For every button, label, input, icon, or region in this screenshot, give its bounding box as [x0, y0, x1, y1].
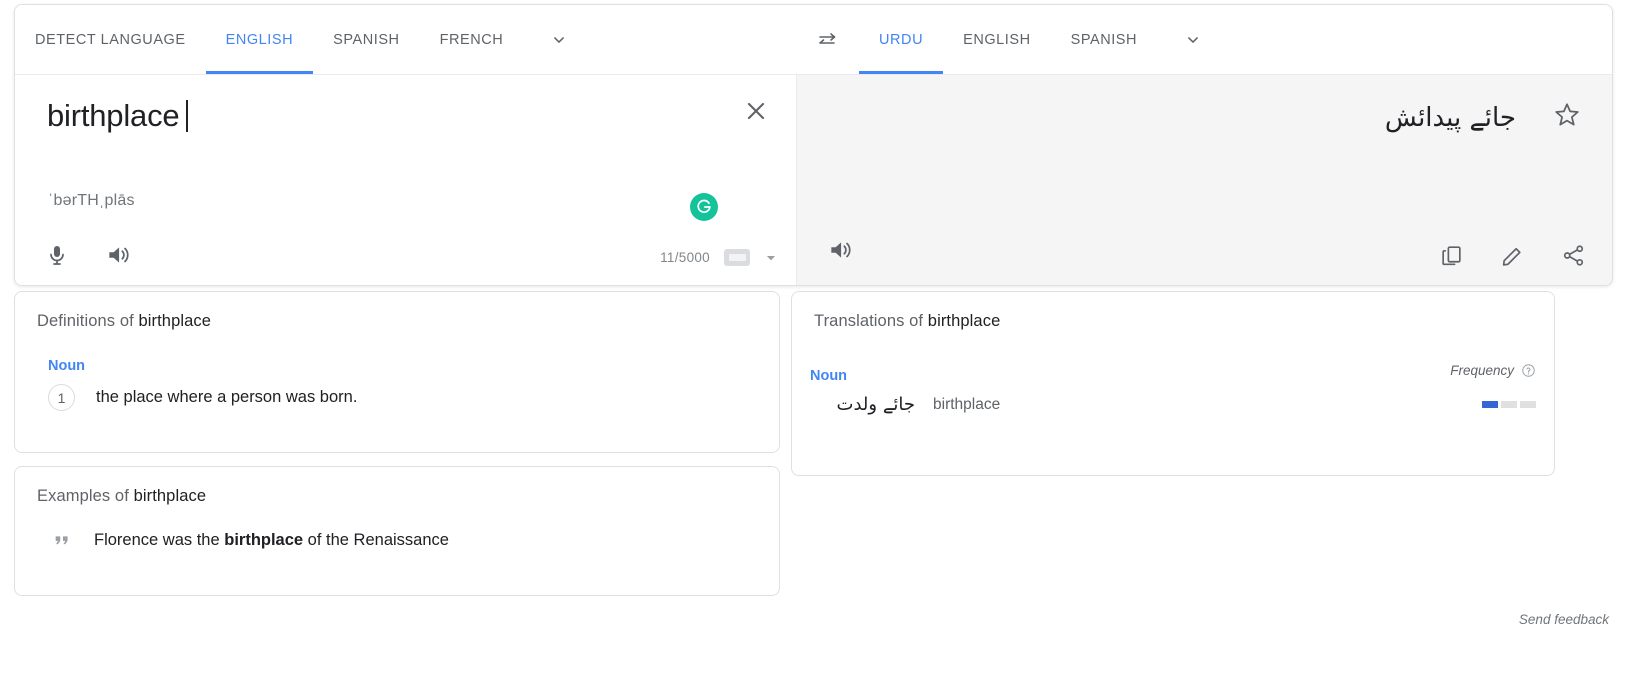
microphone-icon[interactable] — [45, 242, 69, 268]
examples-card: Examples of birthplace Florence was the … — [14, 466, 780, 596]
quote-icon — [52, 529, 74, 551]
target-lang-tab-spanish[interactable]: SPANISH — [1051, 5, 1157, 74]
translate-card: DETECT LANGUAGE ENGLISH SPANISH FRENCH — [14, 4, 1613, 286]
source-lang-tab-french[interactable]: FRENCH — [420, 5, 524, 74]
keyboard-dropdown-button[interactable] — [764, 251, 778, 265]
send-feedback-link[interactable]: Send feedback — [1519, 612, 1609, 627]
source-right-tools: 11/5000 — [660, 249, 778, 266]
frequency-bars — [1482, 401, 1536, 408]
source-text-input[interactable]: birthplace — [47, 97, 188, 135]
speaker-icon — [827, 237, 853, 263]
target-tools — [1439, 243, 1586, 268]
keyboard-button[interactable] — [724, 249, 750, 266]
frequency-bar — [1501, 401, 1517, 408]
frequency-header: Frequency — [1450, 363, 1536, 378]
definitions-title-prefix: Definitions of — [37, 312, 138, 330]
source-pane[interactable]: birthplace ˈbərTHˌplās — [15, 75, 797, 286]
target-lang-more-button[interactable] — [1157, 5, 1229, 74]
definitions-part-of-speech: Noun — [48, 358, 85, 374]
example-row: Florence was the birthplace of the Renai… — [52, 529, 449, 551]
clear-source-button[interactable] — [742, 97, 770, 125]
target-speaker-button[interactable] — [827, 237, 853, 268]
grammarly-icon — [694, 197, 714, 217]
translation-term: جائے ولدت — [810, 394, 915, 415]
examples-title-word: birthplace — [134, 487, 207, 505]
frequency-label: Frequency — [1450, 363, 1514, 378]
examples-title: Examples of birthplace — [37, 487, 206, 506]
close-icon — [742, 97, 770, 125]
example-text: Florence was the birthplace of the Renai… — [94, 531, 449, 550]
swap-languages-icon — [816, 28, 840, 52]
target-pane: جائے پیدائش — [797, 75, 1612, 286]
definitions-title: Definitions of birthplace — [37, 312, 211, 331]
target-lang-tab-english-label: ENGLISH — [963, 32, 1031, 48]
source-lang-tab-detect-label: DETECT LANGUAGE — [35, 32, 186, 48]
source-lang-tab-spanish-label: SPANISH — [333, 32, 399, 48]
swap-languages-button[interactable] — [797, 5, 859, 74]
translation-row[interactable]: جائے ولدت birthplace — [810, 394, 1536, 415]
frequency-bar — [1482, 401, 1498, 408]
language-bar: DETECT LANGUAGE ENGLISH SPANISH FRENCH — [15, 5, 1612, 75]
definition-text: the place where a person was born. — [96, 388, 357, 407]
translations-part-of-speech: Noun — [810, 368, 847, 384]
example-text-after: of the Renaissance — [303, 531, 449, 549]
share-icon[interactable] — [1561, 243, 1586, 268]
target-lang-tab-english[interactable]: ENGLISH — [943, 5, 1051, 74]
chevron-down-icon — [549, 30, 569, 50]
definition-number: 1 — [48, 384, 75, 411]
chevron-down-icon — [1183, 30, 1203, 50]
source-lang-tab-french-label: FRENCH — [440, 32, 504, 48]
target-lang-tab-spanish-label: SPANISH — [1071, 32, 1137, 48]
keyboard-icon — [729, 254, 746, 261]
star-outline-icon — [1552, 100, 1582, 130]
frequency-bar — [1520, 401, 1536, 408]
target-language-group: URDU ENGLISH SPANISH — [859, 5, 1229, 74]
example-text-highlight: birthplace — [224, 531, 303, 549]
translations-title-prefix: Translations of — [814, 312, 928, 330]
text-cursor — [186, 100, 188, 132]
source-lang-tab-english[interactable]: ENGLISH — [206, 5, 314, 74]
source-tools — [45, 242, 131, 268]
google-translate-page: DETECT LANGUAGE ENGLISH SPANISH FRENCH — [0, 0, 1627, 689]
save-translation-button[interactable] — [1552, 100, 1582, 135]
examples-title-prefix: Examples of — [37, 487, 134, 505]
translations-title-word: birthplace — [928, 312, 1001, 330]
target-lang-tab-urdu-label: URDU — [879, 32, 923, 48]
speaker-icon[interactable] — [105, 242, 131, 268]
source-lang-tab-english-label: ENGLISH — [226, 32, 294, 48]
character-counter: 11/5000 — [660, 250, 710, 265]
source-phonetic: ˈbərTHˌplās — [48, 192, 135, 210]
source-lang-more-button[interactable] — [523, 5, 595, 74]
source-lang-tab-spanish[interactable]: SPANISH — [313, 5, 419, 74]
target-lang-tab-urdu[interactable]: URDU — [859, 5, 943, 74]
help-circle-icon[interactable] — [1521, 363, 1536, 378]
source-language-group: DETECT LANGUAGE ENGLISH SPANISH FRENCH — [15, 5, 797, 74]
translate-panes: birthplace ˈbərTHˌplās — [15, 75, 1612, 286]
translation-output: جائے پیدائش — [1385, 97, 1516, 139]
translations-title: Translations of birthplace — [814, 312, 1000, 331]
translation-back-translation: birthplace — [933, 396, 1000, 414]
grammarly-button[interactable] — [690, 193, 718, 221]
definition-row: 1 the place where a person was born. — [48, 384, 357, 411]
definitions-title-word: birthplace — [138, 312, 211, 330]
definitions-card: Definitions of birthplace Noun 1 the pla… — [14, 291, 780, 453]
pencil-icon[interactable] — [1500, 243, 1525, 268]
source-lang-tab-detect[interactable]: DETECT LANGUAGE — [15, 5, 206, 74]
translations-card: Translations of birthplace Noun Frequenc… — [791, 291, 1555, 476]
copy-icon[interactable] — [1439, 243, 1464, 268]
source-text-value: birthplace — [47, 98, 179, 133]
example-text-before: Florence was the — [94, 531, 224, 549]
